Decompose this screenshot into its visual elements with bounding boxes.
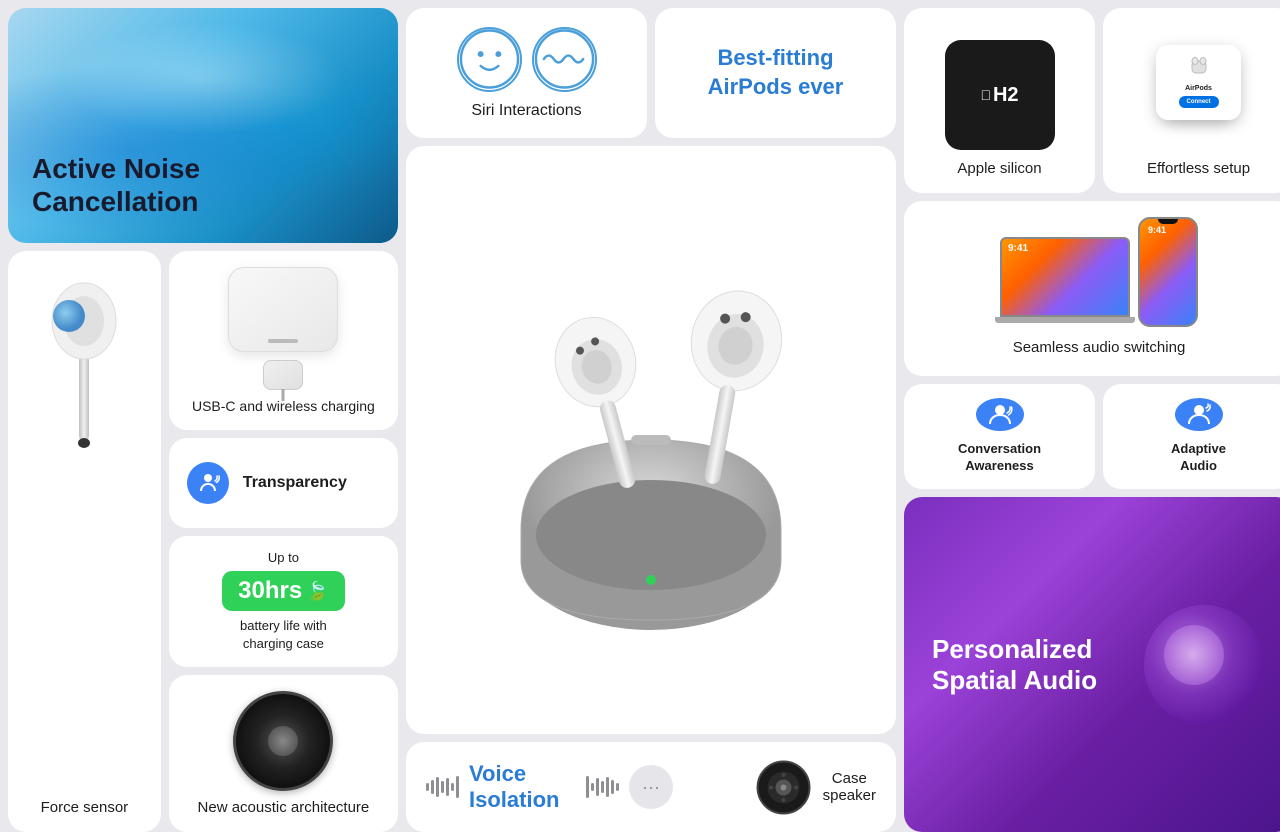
best-fitting-card: Best-fitting AirPods ever <box>655 8 896 138</box>
connect-popup: AirPods Connect <box>1156 45 1241 120</box>
best-fitting-text: Best-fitting AirPods ever <box>708 44 844 101</box>
spatial-audio-title: Personalized Spatial Audio <box>932 634 1097 696</box>
iphone-illustration: 9:41 <box>1138 217 1198 327</box>
transparency-label: Transparency <box>243 474 347 492</box>
right-top-row:  H2 Apple silicon AirPods <box>904 8 1280 193</box>
conversation-awareness-card: Conversation Awareness <box>904 384 1095 489</box>
mid-top-row: Siri Interactions Best-fitting AirPods e… <box>406 8 896 138</box>
left-column: Active Noise Cancellation <box>8 8 398 832</box>
acoustic-card: New acoustic architecture <box>169 675 398 832</box>
left-waveform <box>426 776 459 798</box>
conversation-icon <box>987 402 1013 428</box>
apple-silicon-card:  H2 Apple silicon <box>904 8 1095 193</box>
voice-isolation-card: Voice Isolation ··· <box>406 742 896 832</box>
battery-up-to: Up to <box>268 550 299 565</box>
force-sensor-illustration <box>39 261 129 461</box>
anc-card: Active Noise Cancellation <box>8 8 398 243</box>
right-column:  H2 Apple silicon AirPods <box>904 8 1280 832</box>
siri-face-1 <box>457 27 522 92</box>
effortless-card: AirPods Connect Effortless setup <box>1103 8 1280 193</box>
right-waveform <box>586 776 619 798</box>
adaptive-icon <box>1186 402 1212 428</box>
connect-popup-button[interactable]: Connect <box>1179 96 1219 108</box>
conversation-awareness-icon <box>976 398 1024 431</box>
effortless-illustration: AirPods Connect <box>1119 24 1278 150</box>
person-wave-icon <box>196 471 220 495</box>
force-sensor-label: Force sensor <box>41 799 129 816</box>
siri-label: Siri Interactions <box>471 102 581 120</box>
seamless-label: Seamless audio switching <box>1013 339 1186 356</box>
macbook-illustration: 9:41 <box>1000 237 1130 327</box>
devices-row: 9:41 9:41 <box>1000 217 1198 327</box>
iphone-notch <box>1158 219 1178 224</box>
iphone-time: 9:41 <box>1148 225 1166 235</box>
macbook-screen: 9:41 <box>1000 237 1130 317</box>
force-sensor-card: Force sensor <box>8 251 161 832</box>
airpods-popup-icon <box>1184 56 1214 81</box>
iphone-body: 9:41 <box>1138 217 1198 327</box>
adaptive-audio-icon <box>1175 398 1223 431</box>
voice-isolation-left: Voice Isolation <box>426 761 619 813</box>
voice-more-button[interactable]: ··· <box>629 765 673 809</box>
seamless-switching-card: 9:41 9:41 Seamless audio switching <box>904 201 1280 376</box>
case-speaker-section: Case speaker <box>683 760 876 815</box>
h2-chip-text:  H2 <box>980 84 1018 107</box>
battery-leaf-icon: 🍃 <box>306 581 328 602</box>
adaptive-audio-label: Adaptive Audio <box>1171 441 1226 475</box>
acoustic-label: New acoustic architecture <box>198 799 370 816</box>
h2-chip:  H2 <box>945 40 1055 150</box>
acoustic-driver-img <box>233 691 333 791</box>
mid-column: Siri Interactions Best-fitting AirPods e… <box>406 8 896 832</box>
effortless-devices: AirPods Connect <box>1161 55 1236 120</box>
anc-title: Active Noise Cancellation <box>32 152 374 219</box>
adaptive-audio-card: Adaptive Audio <box>1103 384 1280 489</box>
spatial-audio-card: Personalized Spatial Audio <box>904 497 1280 832</box>
apple-logo-icon:  <box>980 87 991 103</box>
apple-silicon-label: Apple silicon <box>957 160 1041 177</box>
effortless-label: Effortless setup <box>1147 160 1250 177</box>
voice-isolation-text: Voice Isolation <box>469 761 576 813</box>
macbook-time: 9:41 <box>1008 243 1028 254</box>
awareness-row: Conversation Awareness Adaptive Audio <box>904 384 1280 489</box>
case-speaker-label: Case speaker <box>823 770 876 804</box>
left-right-stack: USB-C and wireless charging Transparency… <box>169 251 398 832</box>
usbc-card: USB-C and wireless charging <box>169 251 398 430</box>
usbc-case-img <box>228 267 338 352</box>
siri-face-2 <box>532 27 597 92</box>
battery-hours: 30hrs 🍃 <box>222 571 344 611</box>
usbc-illustration <box>228 267 338 390</box>
transparency-icon <box>187 462 229 504</box>
battery-card: Up to 30hrs 🍃 battery life with charging… <box>169 536 398 667</box>
siri-card: Siri Interactions <box>406 8 647 138</box>
spatial-audio-orb <box>1144 605 1264 725</box>
transparency-card: Transparency <box>169 438 398 528</box>
airpods-main-card <box>406 146 896 734</box>
conversation-awareness-label: Conversation Awareness <box>958 441 1041 475</box>
left-bottom-grid: Force sensor USB-C and wireless charging <box>8 251 398 832</box>
battery-sub-text: battery life with charging case <box>240 617 327 653</box>
macbook-base <box>995 317 1135 323</box>
connect-popup-title: AirPods <box>1185 85 1212 92</box>
case-speaker-img <box>756 760 811 815</box>
siri-icons <box>457 27 597 92</box>
airpods-illustration <box>461 240 841 640</box>
usbc-charger-img <box>263 360 303 390</box>
